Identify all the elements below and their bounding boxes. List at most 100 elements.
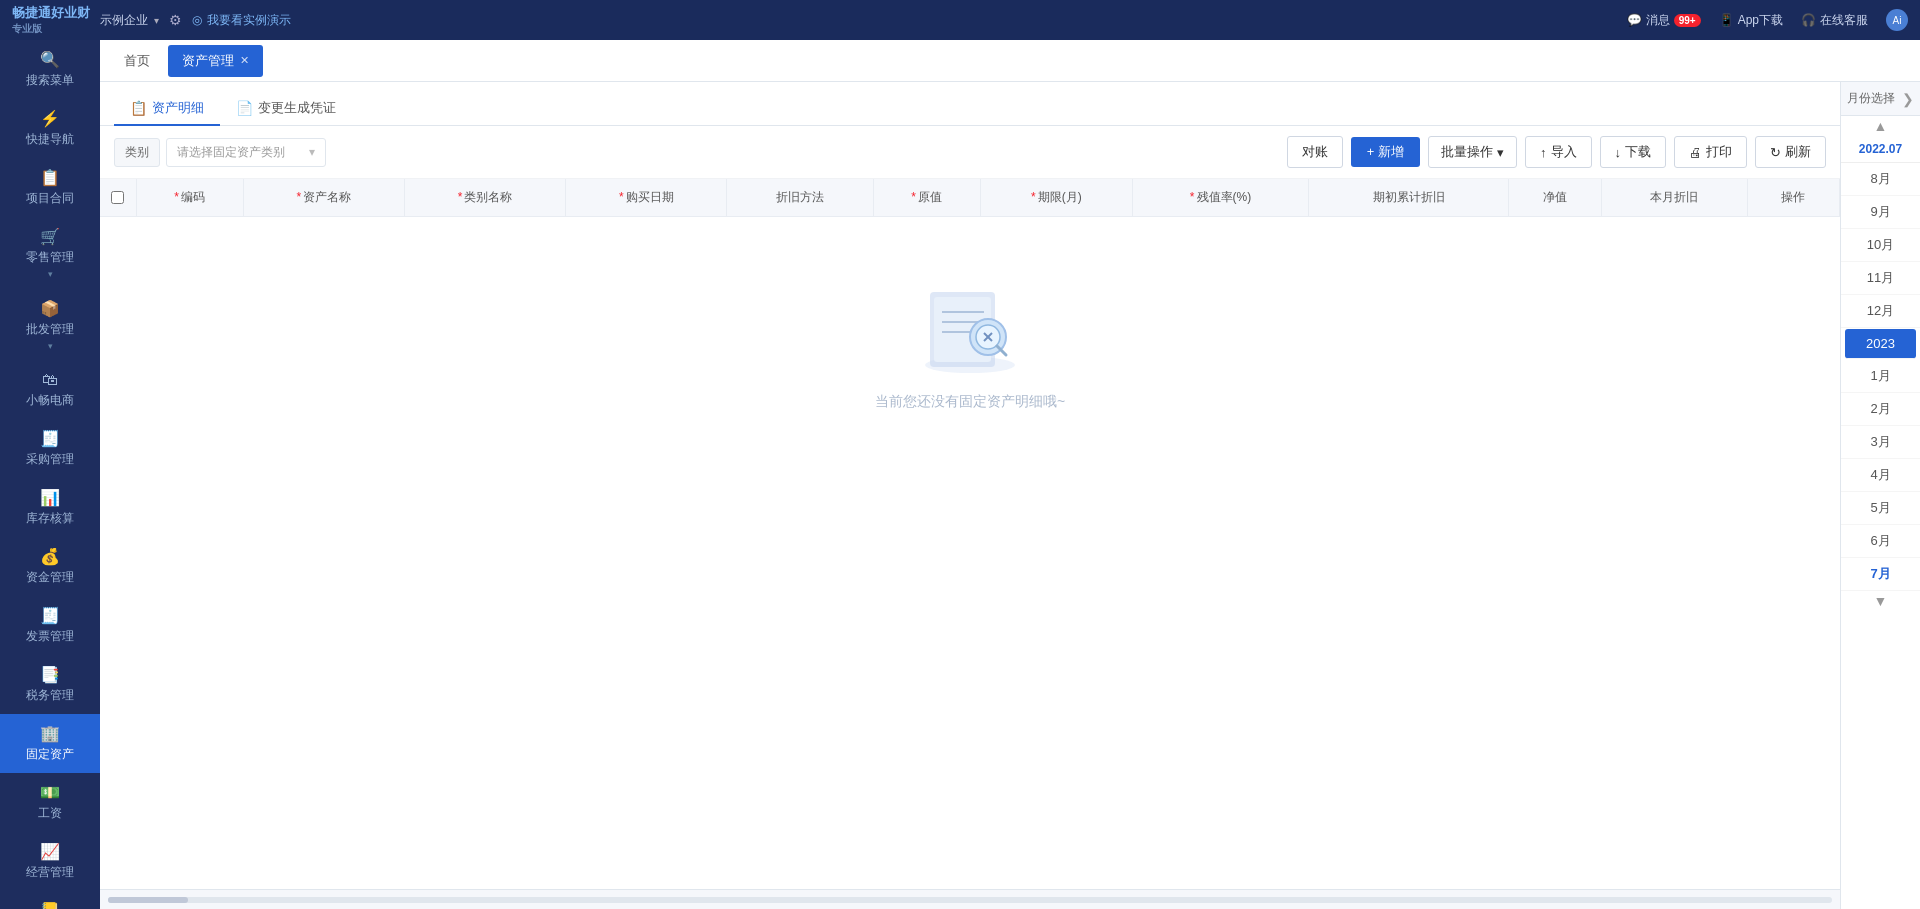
th-asset-name: *资产名称 [243,179,404,217]
th-accumulated-depreciation: 期初累计折旧 [1309,179,1509,217]
month-nav-down[interactable]: ▼ [1841,591,1920,611]
tab-change-voucher-label: 变更生成凭证 [258,99,336,117]
sidebar-item-13[interactable]: 📈 经营管理 [0,832,100,891]
toolbar-right: 对账 + 新增 批量操作 ▾ ↑ 导入 [1287,136,1826,168]
sidebar-label-6: 采购管理 [26,451,74,468]
company-selector[interactable]: 示例企业 ▾ [100,12,159,29]
tab-change-voucher[interactable]: 📄 变更生成凭证 [220,92,352,126]
sidebar: 🔍 搜索菜单 ⚡ 快捷导航 📋 项目合同 🛒 零售管理 ▾ 📦 批发管理 ▾ 🛍… [0,40,100,909]
empty-state: 当前您还没有固定资产明细哦~ [100,217,1840,471]
app-brand: 畅捷通好业财 专业版 [12,4,90,36]
sidebar-arrow-icon-4: ▾ [48,341,53,351]
sidebar-label-13: 经营管理 [26,864,74,881]
headset-icon: 🎧 [1801,13,1816,27]
month-2023-5月[interactable]: 5月 [1841,492,1920,525]
doc-icon: 📄 [236,100,253,116]
sidebar-item-7[interactable]: 📊 库存核算 [0,478,100,537]
select-all-checkbox[interactable] [111,191,124,204]
month-2022-11月[interactable]: 11月 [1841,262,1920,295]
message-count-badge: 99+ [1674,14,1701,27]
sidebar-item-12[interactable]: 💵 工资 [0,773,100,832]
th-residual-rate: *残值率(%) [1132,179,1308,217]
chevron-down-icon: ▾ [154,15,159,26]
print-label: 打印 [1706,143,1732,161]
sidebar-item-0[interactable]: 🔍 搜索菜单 [0,40,100,99]
month-2023-2月[interactable]: 2月 [1841,393,1920,426]
print-icon: 🖨 [1689,145,1702,160]
tab-close-icon[interactable]: ✕ [240,54,249,67]
tab-home[interactable]: 首页 [110,45,164,77]
tab-asset-label: 资产管理 [182,52,234,70]
th-code: *编码 [136,179,243,217]
app-download-button[interactable]: 📱 App下载 [1719,12,1783,29]
sidebar-icon-2: 📋 [40,168,60,187]
month-2023-4月[interactable]: 4月 [1841,459,1920,492]
refresh-label: 刷新 [1785,143,1811,161]
sidebar-item-3[interactable]: 🛒 零售管理 ▾ [0,217,100,289]
online-support-button[interactable]: 🎧 在线客服 [1801,12,1868,29]
demo-link[interactable]: ◎ 我要看实例演示 [192,12,291,29]
sidebar-item-9[interactable]: 🧾 发票管理 [0,596,100,655]
sidebar-icon-0: 🔍 [40,50,60,69]
sidebar-arrow-icon-3: ▾ [48,269,53,279]
scroll-track[interactable] [108,897,1832,903]
scroll-thumb[interactable] [108,897,188,903]
refresh-icon: ↻ [1770,145,1781,160]
main-panel: 📋 资产明细 📄 变更生成凭证 类别 请选择固定资产类别 [100,82,1840,909]
add-label: + 新增 [1367,143,1404,161]
sidebar-item-4[interactable]: 📦 批发管理 ▾ [0,289,100,361]
sidebar-icon-10: 📑 [40,665,60,684]
month-2023-7月[interactable]: 7月 [1841,558,1920,591]
asset-table: *编码 *资产名称 *类别名称 *购买日期 折旧方法 *原值 *期限(月) *残… [100,179,1840,217]
sidebar-icon-6: 🧾 [40,429,60,448]
import-button[interactable]: ↑ 导入 [1525,136,1592,168]
message-button[interactable]: 💬 消息 99+ [1627,12,1701,29]
print-button[interactable]: 🖨 打印 [1674,136,1747,168]
top-bar: 畅捷通好业财 专业版 示例企业 ▾ ⚙ ◎ 我要看实例演示 💬 消息 99+ 📱… [0,0,1920,40]
month-2023-6月[interactable]: 6月 [1841,525,1920,558]
avatar[interactable]: Ai [1886,9,1908,31]
settings-icon[interactable]: ⚙ [169,12,182,28]
sidebar-icon-11: 🏢 [40,724,60,743]
month-2022-12月[interactable]: 12月 [1841,295,1920,328]
month-2022-9月[interactable]: 9月 [1841,196,1920,229]
sidebar-item-8[interactable]: 💰 资金管理 [0,537,100,596]
month-panel-collapse-btn[interactable]: ❯ [1902,91,1914,107]
batch-button[interactable]: 批量操作 ▾ [1428,136,1517,168]
month-2023-1月[interactable]: 1月 [1841,360,1920,393]
sidebar-icon-3: 🛒 [40,227,60,246]
sidebar-item-11[interactable]: 🏢 固定资产 [0,714,100,773]
sidebar-label-12: 工资 [38,805,62,822]
sidebar-item-6[interactable]: 🧾 采购管理 [0,419,100,478]
tab-asset-detail[interactable]: 📋 资产明细 [114,92,220,126]
month-nav-up-btn[interactable]: ▲ [1874,118,1888,134]
month-panel-header: 月份选择 ❯ [1841,82,1920,116]
tab-asset-detail-label: 资产明细 [152,99,204,117]
year-2023-badge[interactable]: 2023 [1845,329,1916,359]
sidebar-label-8: 资金管理 [26,569,74,586]
month-nav-down-btn[interactable]: ▼ [1874,593,1888,609]
sidebar-item-10[interactable]: 📑 税务管理 [0,655,100,714]
sidebar-item-5[interactable]: 🛍 小畅电商 [0,361,100,419]
sidebar-label-5: 小畅电商 [26,392,74,409]
refresh-button[interactable]: ↻ 刷新 [1755,136,1826,168]
reconcile-button[interactable]: 对账 [1287,136,1343,168]
sidebar-icon-13: 📈 [40,842,60,861]
sidebar-icon-5: 🛍 [42,371,58,389]
month-2022-8月[interactable]: 8月 [1841,163,1920,196]
sidebar-item-2[interactable]: 📋 项目合同 [0,158,100,217]
month-nav-up[interactable]: ▲ [1841,116,1920,136]
tab-asset-management[interactable]: 资产管理 ✕ [168,45,263,77]
th-depreciation-method: 折旧方法 [727,179,873,217]
sidebar-item-14[interactable]: 📒 总账管理 [0,891,100,909]
add-button[interactable]: + 新增 [1351,137,1420,167]
download-button[interactable]: ↓ 下载 [1600,136,1667,168]
month-2022-10月[interactable]: 10月 [1841,229,1920,262]
category-select[interactable]: 请选择固定资产类别 ▾ [166,138,326,167]
category-placeholder: 请选择固定资产类别 [177,144,285,161]
sidebar-icon-14: 📒 [40,901,60,909]
sidebar-label-2: 项目合同 [26,190,74,207]
current-year-label[interactable]: 2022.07 [1841,136,1920,163]
month-2023-3月[interactable]: 3月 [1841,426,1920,459]
sidebar-item-1[interactable]: ⚡ 快捷导航 [0,99,100,158]
